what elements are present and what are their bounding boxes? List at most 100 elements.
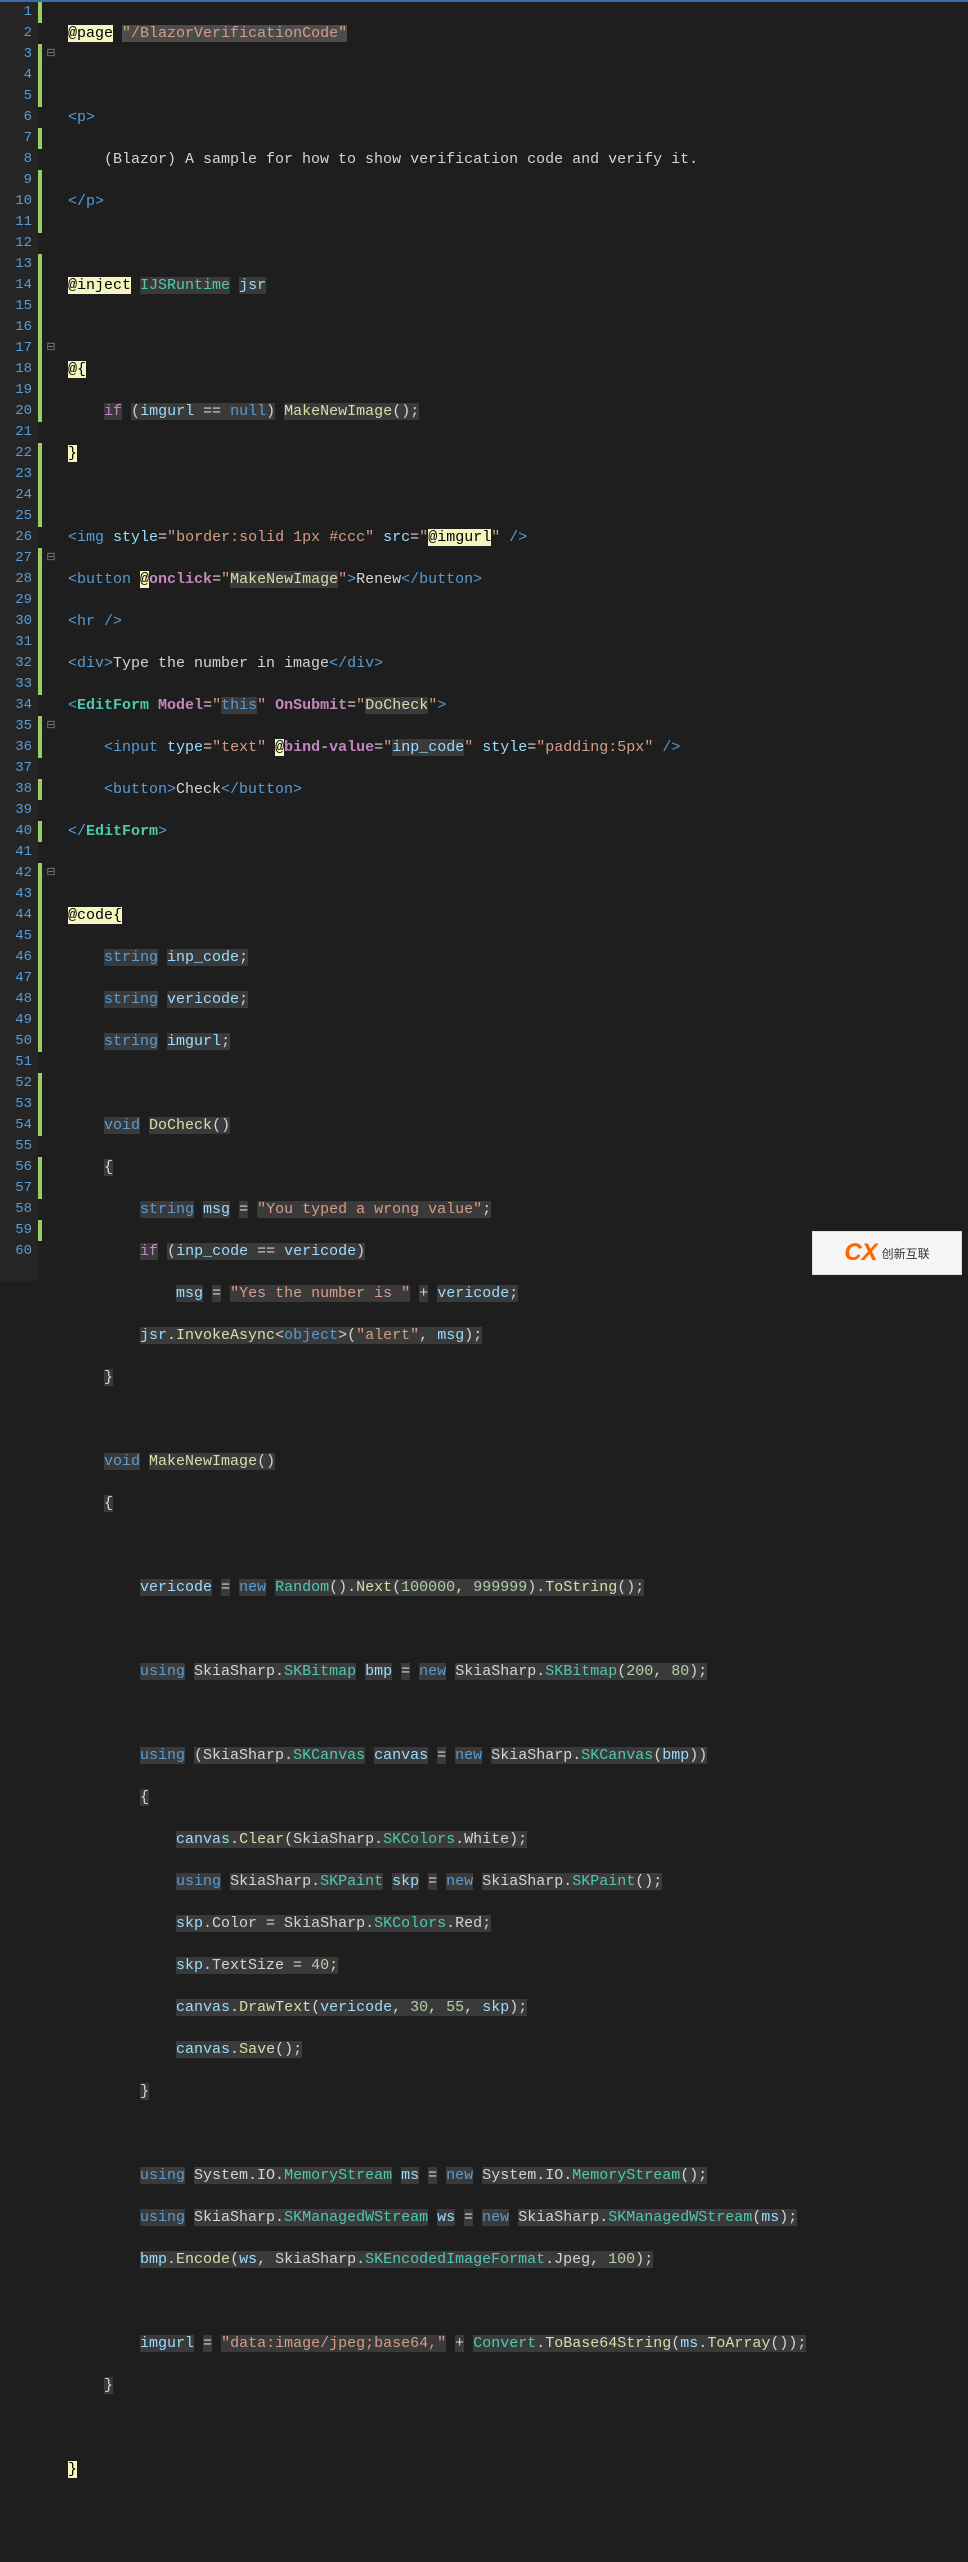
fold-toggle [42, 170, 60, 191]
line-number: 32 [4, 653, 32, 674]
line-number: 28 [4, 569, 32, 590]
line-number-gutter: 1234567891011121314151617181920212223242… [0, 2, 38, 1281]
fold-toggle [42, 359, 60, 380]
line-number: 16 [4, 317, 32, 338]
fold-toggle [42, 401, 60, 422]
fold-toggle [42, 779, 60, 800]
fold-toggle [42, 800, 60, 821]
fold-toggle [42, 1178, 60, 1199]
line-number: 8 [4, 149, 32, 170]
line-number: 10 [4, 191, 32, 212]
fold-toggle[interactable]: ⊟ [42, 548, 60, 569]
fold-toggle [42, 1073, 60, 1094]
line-number: 4 [4, 65, 32, 86]
fold-toggle [42, 296, 60, 317]
line-number: 19 [4, 380, 32, 401]
line-number: 48 [4, 989, 32, 1010]
line-number: 27 [4, 548, 32, 569]
fold-toggle [42, 821, 60, 842]
line-number: 22 [4, 443, 32, 464]
fold-toggle [42, 1241, 60, 1262]
line-number: 31 [4, 632, 32, 653]
fold-toggle [42, 674, 60, 695]
fold-toggle [42, 506, 60, 527]
directive-inject: @inject [68, 277, 131, 294]
fold-toggle[interactable]: ⊟ [42, 863, 60, 884]
fold-gutter[interactable]: ⊟ ⊟ ⊟ ⊟ ⊟ [42, 2, 60, 1281]
line-number: 14 [4, 275, 32, 296]
line-number: 45 [4, 926, 32, 947]
line-number: 29 [4, 590, 32, 611]
line-number: 26 [4, 527, 32, 548]
fold-toggle [42, 65, 60, 86]
line-number: 52 [4, 1073, 32, 1094]
line-number: 24 [4, 485, 32, 506]
line-number: 5 [4, 86, 32, 107]
fold-toggle [42, 2, 60, 23]
fold-toggle [42, 128, 60, 149]
fold-toggle [42, 443, 60, 464]
fold-toggle[interactable]: ⊟ [42, 338, 60, 359]
code-area[interactable]: @page "/BlazorVerificationCode" <p> (Bla… [60, 2, 968, 1281]
fold-toggle [42, 926, 60, 947]
line-number: 3 [4, 44, 32, 65]
fold-toggle [42, 1220, 60, 1241]
fold-toggle [42, 1157, 60, 1178]
line-number: 20 [4, 401, 32, 422]
line-number: 15 [4, 296, 32, 317]
fold-toggle [42, 23, 60, 44]
line-number: 37 [4, 758, 32, 779]
line-number: 33 [4, 674, 32, 695]
fold-toggle [42, 611, 60, 632]
line-number: 56 [4, 1157, 32, 1178]
fold-toggle [42, 1136, 60, 1157]
fold-toggle [42, 1010, 60, 1031]
line-number: 42 [4, 863, 32, 884]
line-number: 53 [4, 1094, 32, 1115]
line-number: 7 [4, 128, 32, 149]
fold-toggle [42, 1199, 60, 1220]
line-number: 57 [4, 1178, 32, 1199]
line-number: 9 [4, 170, 32, 191]
line-number: 49 [4, 1010, 32, 1031]
fold-toggle [42, 107, 60, 128]
fold-toggle [42, 527, 60, 548]
line-number: 39 [4, 800, 32, 821]
line-number: 11 [4, 212, 32, 233]
fold-toggle [42, 905, 60, 926]
line-number: 1 [4, 2, 32, 23]
fold-toggle [42, 653, 60, 674]
line-number: 12 [4, 233, 32, 254]
fold-toggle [42, 86, 60, 107]
fold-toggle [42, 422, 60, 443]
line-number: 58 [4, 1199, 32, 1220]
line-number: 50 [4, 1031, 32, 1052]
line-number: 2 [4, 23, 32, 44]
fold-toggle [42, 695, 60, 716]
line-number: 54 [4, 1115, 32, 1136]
line-number: 46 [4, 947, 32, 968]
line-number: 21 [4, 422, 32, 443]
fold-toggle [42, 590, 60, 611]
line-number: 35 [4, 716, 32, 737]
line-number: 34 [4, 695, 32, 716]
fold-toggle [42, 317, 60, 338]
fold-toggle [42, 380, 60, 401]
fold-toggle [42, 233, 60, 254]
line-number: 30 [4, 611, 32, 632]
code-editor[interactable]: 1234567891011121314151617181920212223242… [0, 0, 968, 1281]
fold-toggle [42, 485, 60, 506]
fold-toggle [42, 1031, 60, 1052]
line-number: 17 [4, 338, 32, 359]
line-number: 38 [4, 779, 32, 800]
line-number: 40 [4, 821, 32, 842]
line-number: 47 [4, 968, 32, 989]
line-number: 18 [4, 359, 32, 380]
fold-toggle[interactable]: ⊟ [42, 716, 60, 737]
line-number: 41 [4, 842, 32, 863]
line-number: 44 [4, 905, 32, 926]
fold-toggle[interactable]: ⊟ [42, 44, 60, 65]
fold-toggle [42, 464, 60, 485]
fold-toggle [42, 1052, 60, 1073]
fold-toggle [42, 989, 60, 1010]
